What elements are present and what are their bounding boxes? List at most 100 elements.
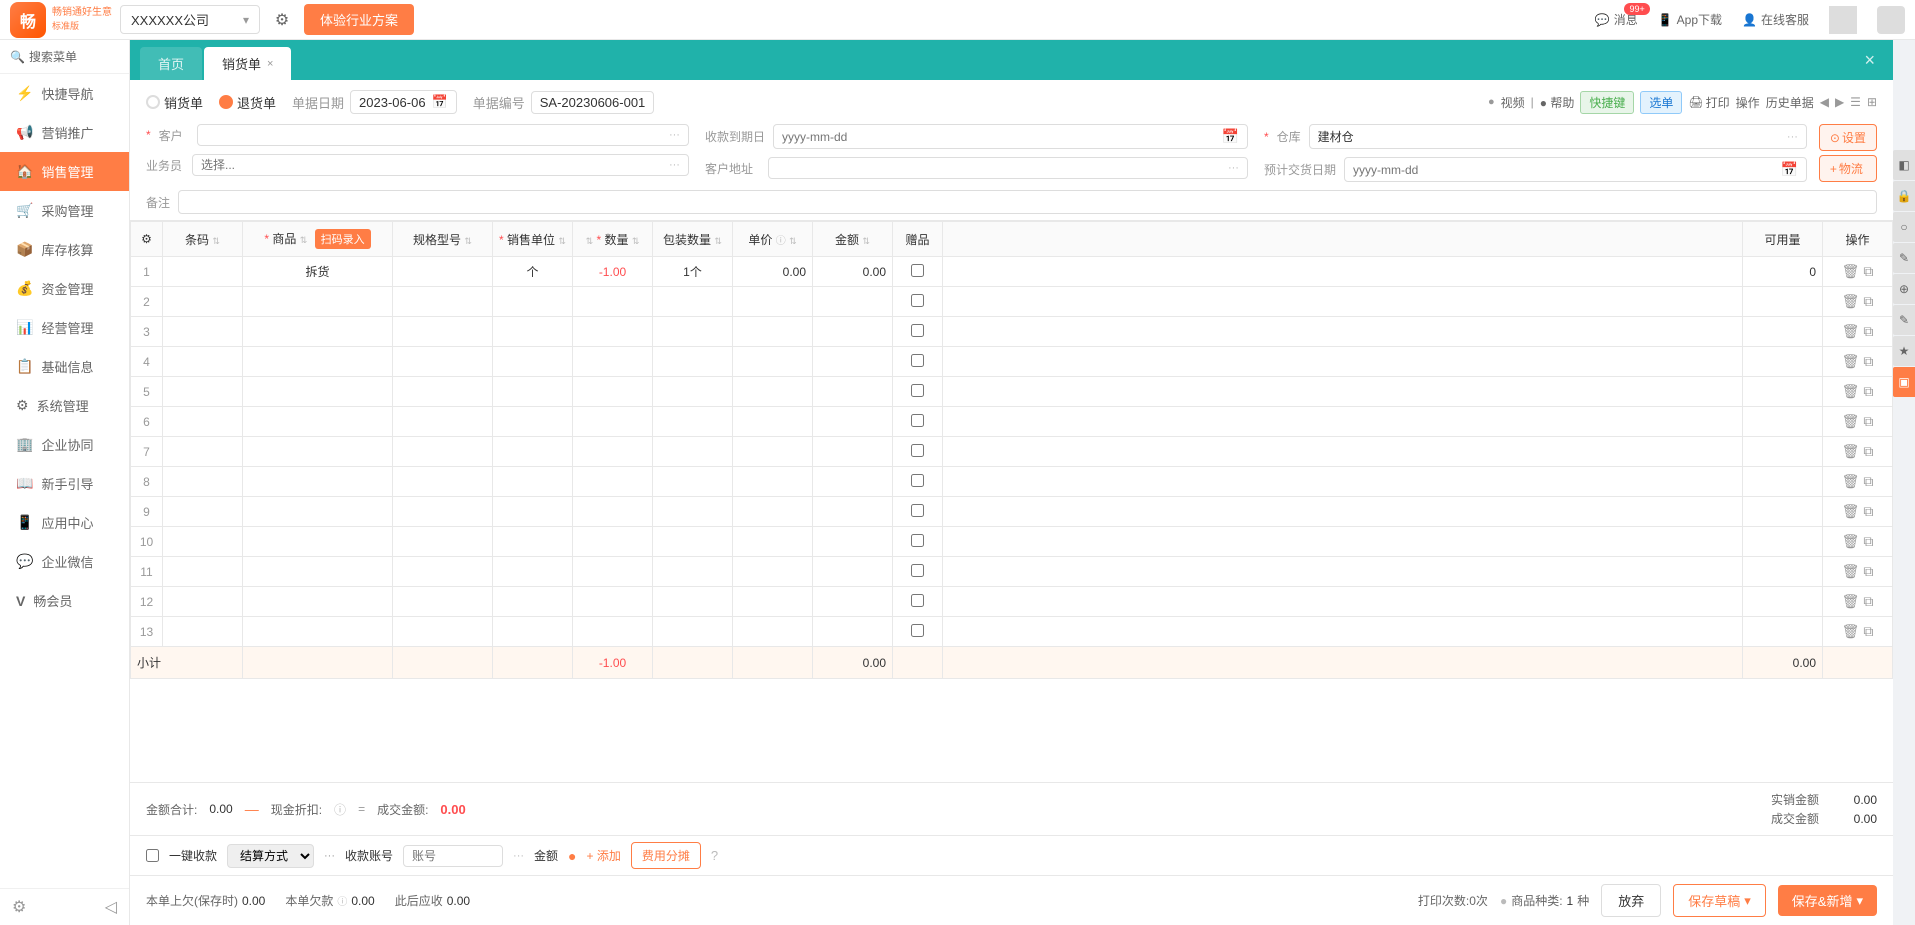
row-gift[interactable] xyxy=(893,407,943,437)
sidebar-item-inventory[interactable]: 📦 库存核算 xyxy=(0,230,129,269)
row-barcode[interactable] xyxy=(163,617,243,647)
prev-record-icon[interactable]: ◀ xyxy=(1820,95,1829,109)
delete-row-icon[interactable]: 🗑 xyxy=(1842,293,1860,310)
row-unit[interactable]: 个 xyxy=(493,257,573,287)
print-btn[interactable]: 🖨 打印 xyxy=(1688,94,1729,111)
online-service-btn[interactable]: 👤 在线客服 xyxy=(1742,11,1809,28)
row-barcode[interactable] xyxy=(163,437,243,467)
warehouse-input[interactable]: 建材仓 ··· xyxy=(1309,124,1807,149)
tab-home[interactable]: 首页 xyxy=(140,47,202,80)
salesperson-input[interactable]: ··· xyxy=(192,154,689,176)
row-barcode[interactable] xyxy=(163,257,243,287)
sidebar-item-base-info[interactable]: 📋 基础信息 xyxy=(0,347,129,386)
row-amount[interactable] xyxy=(813,437,893,467)
row-unit-price[interactable] xyxy=(733,527,813,557)
payment-add-circle-icon[interactable]: ● xyxy=(568,848,576,864)
delete-row-icon[interactable]: 🗑 xyxy=(1842,623,1860,640)
row-unit[interactable] xyxy=(493,407,573,437)
product-type-circle-icon[interactable]: ● xyxy=(1500,894,1507,908)
qty-sort-icon[interactable]: ⇅ xyxy=(586,236,594,246)
row-product[interactable] xyxy=(243,347,393,377)
row-spec[interactable] xyxy=(393,437,493,467)
right-float-lock[interactable]: 🔒 xyxy=(1893,181,1915,211)
settings-btn[interactable]: ⊙ 设置 xyxy=(1819,124,1877,151)
notes-input[interactable] xyxy=(178,190,1877,214)
copy-row-icon[interactable]: ⧉ xyxy=(1863,473,1873,490)
copy-row-icon[interactable]: ⧉ xyxy=(1863,443,1873,460)
row-gift[interactable] xyxy=(893,317,943,347)
row-qty[interactable] xyxy=(573,587,653,617)
doc-num-input-wrap[interactable]: SA-20230606-001 xyxy=(531,91,655,114)
sidebar-item-purchase[interactable]: 🛒 采购管理 xyxy=(0,191,129,230)
delivery-date-text-input[interactable] xyxy=(1353,163,1781,177)
gift-checkbox[interactable] xyxy=(911,354,924,367)
operation-btn[interactable]: 操作 xyxy=(1736,94,1760,111)
row-amount[interactable] xyxy=(813,347,893,377)
row-pkg-qty[interactable] xyxy=(653,617,733,647)
row-pkg-qty[interactable] xyxy=(653,467,733,497)
shortcut-btn[interactable]: 快捷键 xyxy=(1580,91,1634,114)
row-gift[interactable] xyxy=(893,497,943,527)
search-menu-btn[interactable]: 🔍 搜索菜单 xyxy=(0,40,129,74)
row-qty[interactable] xyxy=(573,557,653,587)
right-float-edit1[interactable]: ✎ xyxy=(1893,243,1915,273)
unit-sort-icon[interactable]: ⇅ xyxy=(558,236,566,246)
row-unit[interactable] xyxy=(493,617,573,647)
copy-row-icon[interactable]: ⧉ xyxy=(1863,323,1873,340)
row-barcode[interactable] xyxy=(163,377,243,407)
row-product[interactable] xyxy=(243,377,393,407)
payment-due-input[interactable]: 📅 xyxy=(773,124,1248,149)
row-spec[interactable] xyxy=(393,347,493,377)
video-btn[interactable]: 视频 xyxy=(1501,94,1525,111)
row-unit-price[interactable] xyxy=(733,467,813,497)
help-btn[interactable]: ● 帮助 xyxy=(1540,94,1575,111)
tab-sales-order[interactable]: 销货单 × xyxy=(204,47,291,80)
row-qty[interactable] xyxy=(573,617,653,647)
sidebar-item-sales[interactable]: 🏠 销售管理 xyxy=(0,152,129,191)
user-menu[interactable] xyxy=(1877,6,1905,34)
delivery-calendar-icon[interactable]: 📅 xyxy=(1780,161,1797,178)
row-qty[interactable] xyxy=(573,467,653,497)
account-dots[interactable]: ··· xyxy=(513,850,524,862)
customer-text-input[interactable] xyxy=(206,128,669,142)
payment-due-text-input[interactable] xyxy=(782,130,1222,144)
gift-checkbox[interactable] xyxy=(911,294,924,307)
delete-row-icon[interactable]: 🗑 xyxy=(1842,353,1860,370)
copy-row-icon[interactable]: ⧉ xyxy=(1863,503,1873,520)
gift-checkbox[interactable] xyxy=(911,444,924,457)
row-product[interactable] xyxy=(243,497,393,527)
logistics-btn[interactable]: + 物流 xyxy=(1819,155,1877,182)
row-gift[interactable] xyxy=(893,617,943,647)
row-spec[interactable] xyxy=(393,467,493,497)
save-draft-dropdown-icon[interactable]: ▾ xyxy=(1744,893,1751,909)
row-unit[interactable] xyxy=(493,557,573,587)
row-qty[interactable] xyxy=(573,317,653,347)
row-spec[interactable] xyxy=(393,527,493,557)
customer-address-input[interactable]: ··· xyxy=(768,157,1248,179)
row-spec[interactable] xyxy=(393,557,493,587)
row-product[interactable] xyxy=(243,587,393,617)
payment-due-calendar-icon[interactable]: 📅 xyxy=(1222,128,1239,145)
customer-address-text-input[interactable] xyxy=(777,161,1228,175)
row-amount[interactable] xyxy=(813,617,893,647)
scan-input-btn[interactable]: 扫码录入 xyxy=(315,229,371,249)
product-sort-icon[interactable]: ⇅ xyxy=(300,235,308,245)
row-unit-price[interactable] xyxy=(733,317,813,347)
address-dots-btn[interactable]: ··· xyxy=(1228,162,1239,174)
delete-row-icon[interactable]: 🗑 xyxy=(1842,593,1860,610)
sidebar-item-finance[interactable]: 💰 资金管理 xyxy=(0,269,129,308)
row-unit-price[interactable] xyxy=(733,557,813,587)
row-gift[interactable] xyxy=(893,437,943,467)
row-product[interactable] xyxy=(243,527,393,557)
save-draft-btn[interactable]: 保存草稿 ▾ xyxy=(1673,884,1766,917)
row-product[interactable] xyxy=(243,437,393,467)
payment-method-dots[interactable]: ··· xyxy=(324,850,335,862)
gift-checkbox[interactable] xyxy=(911,624,924,637)
row-amount[interactable] xyxy=(813,377,893,407)
row-gift[interactable] xyxy=(893,377,943,407)
row-qty[interactable] xyxy=(573,497,653,527)
sidebar-item-app-center[interactable]: 📱 应用中心 xyxy=(0,503,129,542)
save-new-btn[interactable]: 保存&新增 ▾ xyxy=(1778,885,1877,916)
row-pkg-qty[interactable]: 1个 xyxy=(653,257,733,287)
row-pkg-qty[interactable] xyxy=(653,317,733,347)
